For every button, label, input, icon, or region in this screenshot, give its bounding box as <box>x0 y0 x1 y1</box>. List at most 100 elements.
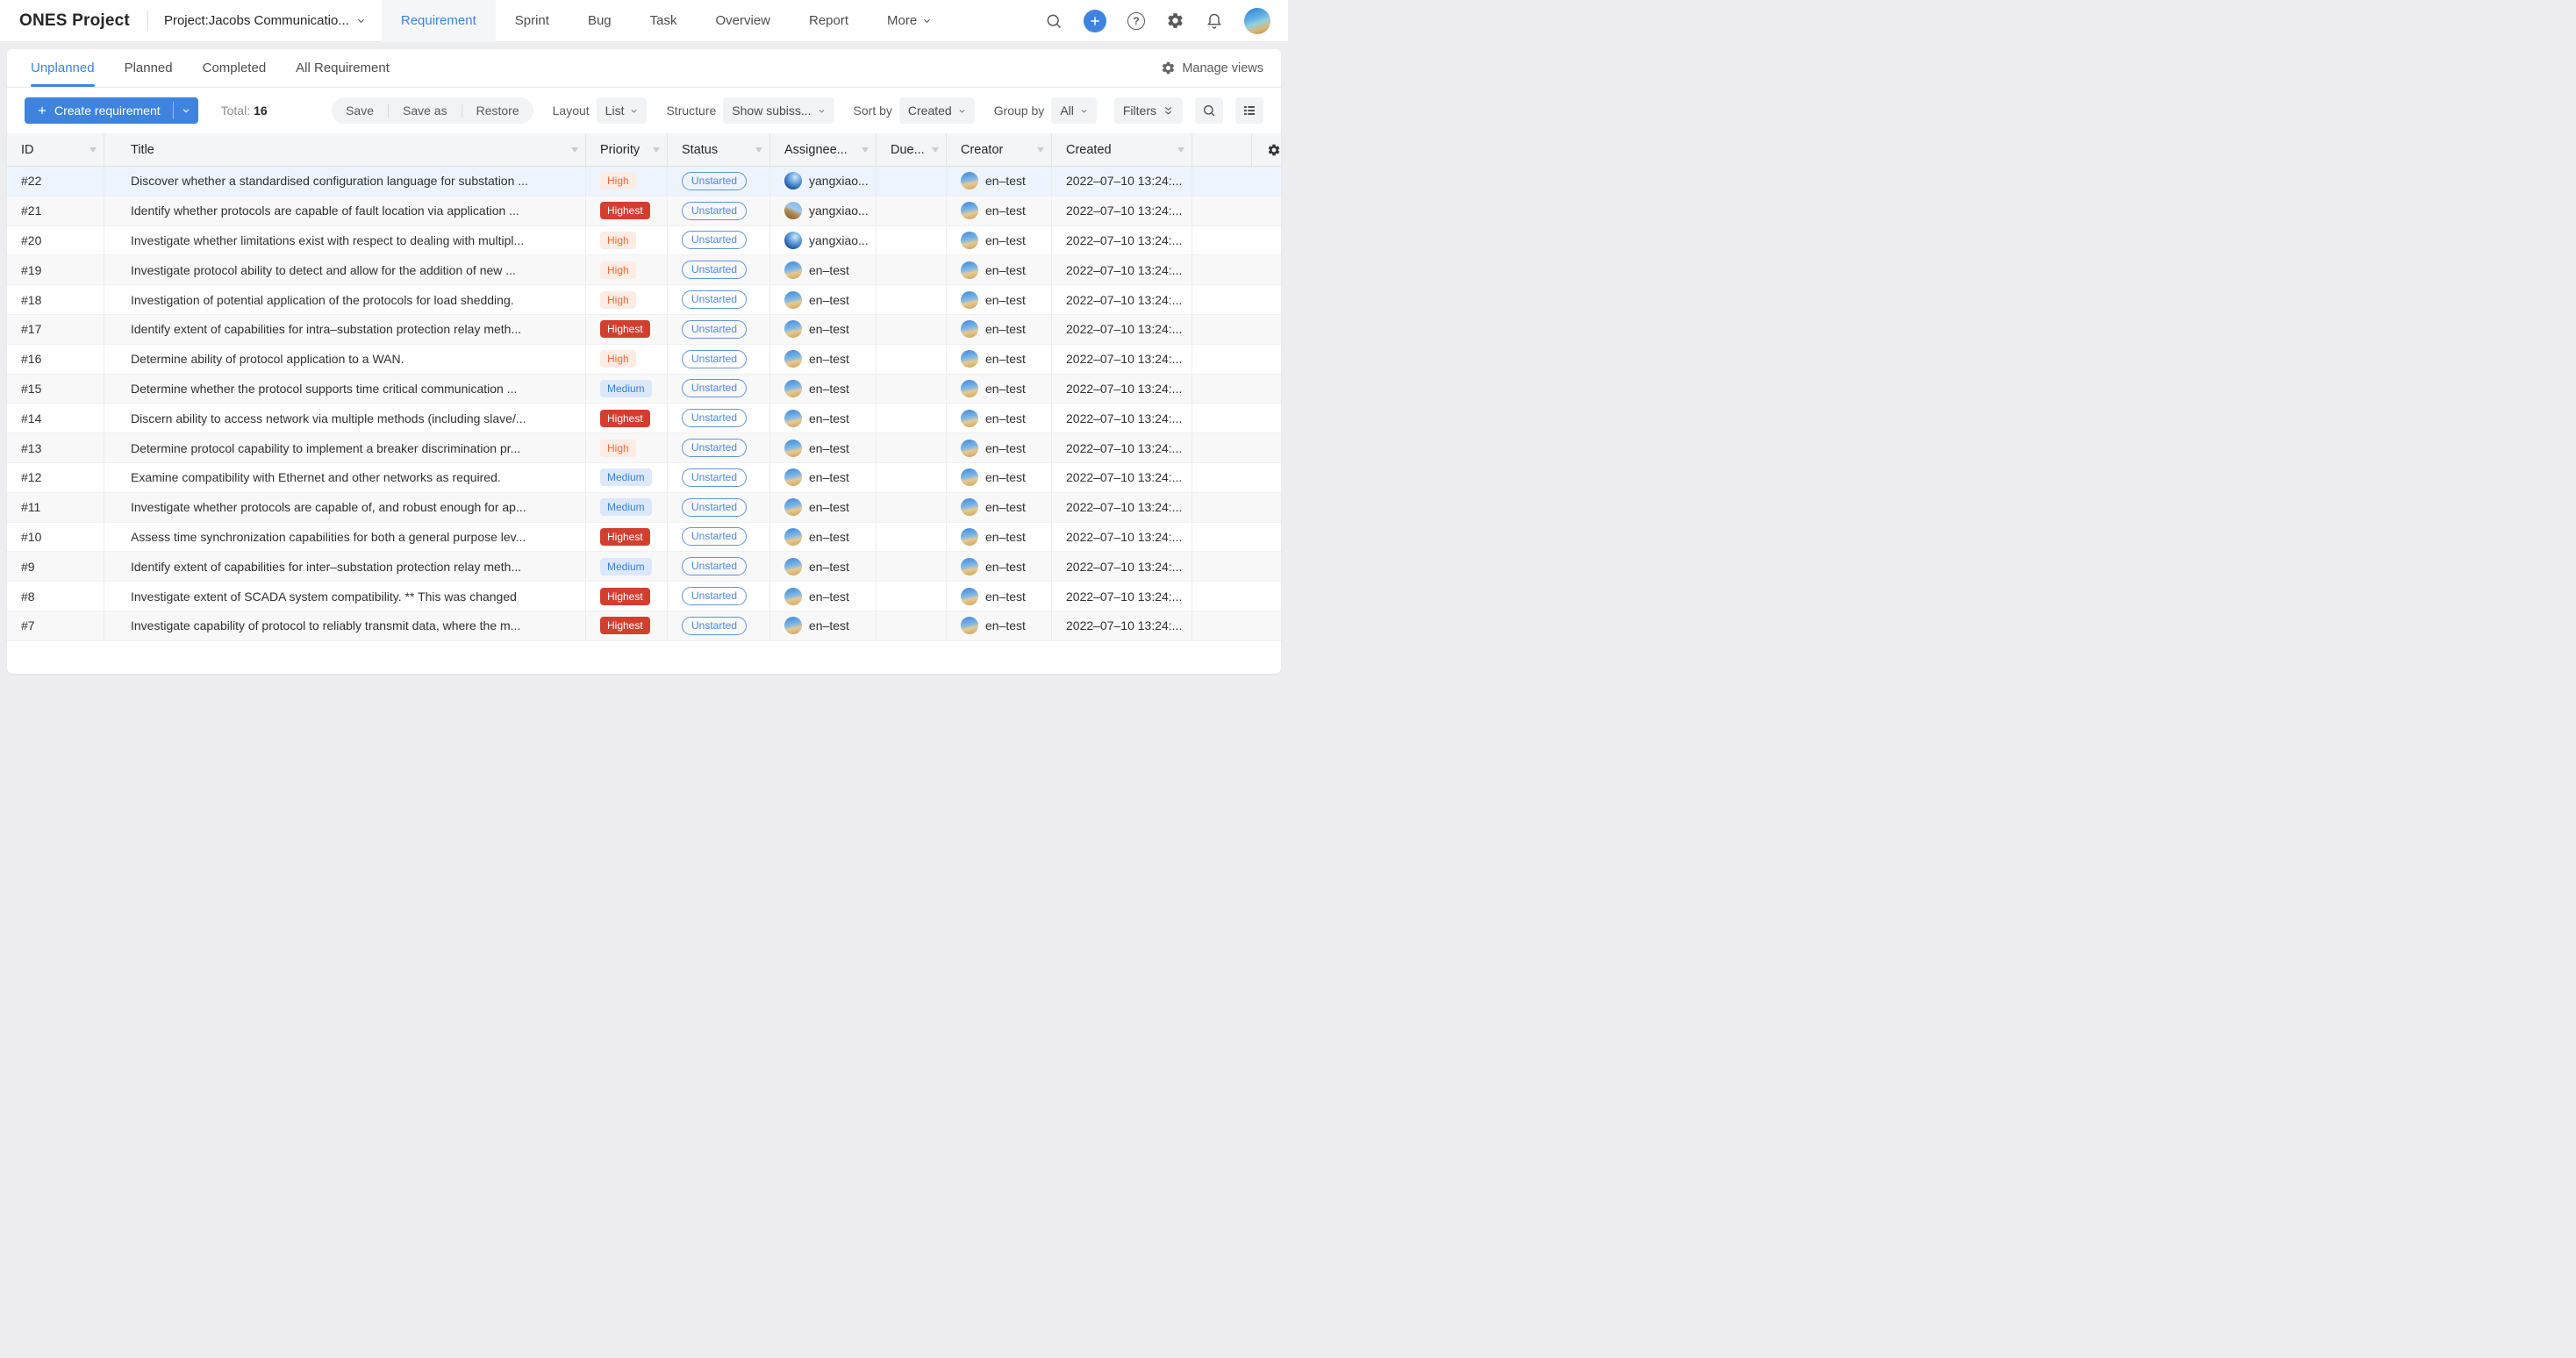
cell-title[interactable]: Examine compatibility with Ethernet and … <box>104 462 586 492</box>
cell-title[interactable]: Investigate whether protocols are capabl… <box>104 492 586 522</box>
bell-icon[interactable] <box>1206 12 1223 30</box>
creator-name: en–test <box>985 529 1026 544</box>
filter-triangle-icon[interactable] <box>571 147 578 153</box>
filter-triangle-icon[interactable] <box>755 147 762 153</box>
column-header-assignee[interactable]: Assignee... <box>770 133 877 166</box>
manage-views-button[interactable]: Manage views <box>1161 49 1263 87</box>
view-tab-completed[interactable]: Completed <box>203 49 267 87</box>
nav-tab-more[interactable]: More <box>868 0 951 42</box>
view-tab-planned[interactable]: Planned <box>125 49 173 87</box>
table-row[interactable]: #17 Identify extent of capabilities for i… <box>7 314 1281 345</box>
cell-title[interactable]: Investigate protocol ability to detect a… <box>104 255 586 285</box>
status-badge[interactable]: Unstarted <box>682 171 748 190</box>
column-header-due[interactable]: Due... <box>877 133 947 166</box>
cell-title[interactable]: Assess time synchronization capabilities… <box>104 522 586 552</box>
status-badge[interactable]: Unstarted <box>682 379 748 398</box>
status-badge[interactable]: Unstarted <box>682 409 748 428</box>
filter-triangle-icon[interactable] <box>932 147 939 153</box>
column-settings-button[interactable] <box>1252 133 1281 166</box>
status-badge[interactable]: Unstarted <box>682 349 748 368</box>
group-by-select[interactable]: All <box>1051 97 1097 124</box>
cell-title[interactable]: Investigation of potential application o… <box>104 285 586 314</box>
create-requirement-dropdown[interactable] <box>174 97 198 124</box>
nav-tab-task[interactable]: Task <box>631 0 697 42</box>
save-button[interactable]: Save <box>332 97 388 124</box>
table-row[interactable]: #19 Investigate protocol ability to detec… <box>7 255 1281 286</box>
cell-title[interactable]: Investigate capability of protocol to re… <box>104 611 586 640</box>
table-row[interactable]: #15 Determine whether the protocol suppor… <box>7 374 1281 404</box>
structure-select[interactable]: Show subiss... <box>723 97 834 124</box>
table-row[interactable]: #18 Investigation of potential applicatio… <box>7 285 1281 315</box>
cell-title[interactable]: Discover whether a standardised configur… <box>104 167 586 196</box>
project-selector[interactable]: Project:Jacobs Communicatio... <box>164 13 366 28</box>
column-header-title[interactable]: Title <box>104 133 586 166</box>
table-row[interactable]: #16 Determine ability of protocol applica… <box>7 344 1281 375</box>
status-badge[interactable]: Unstarted <box>682 616 748 635</box>
status-badge[interactable]: Unstarted <box>682 290 748 310</box>
create-requirement-button[interactable]: Create requirement <box>25 97 198 124</box>
table-row[interactable]: #8 Investigate extent of SCADA system com… <box>7 582 1281 611</box>
table-row[interactable]: #10 Assess time synchronization capabilit… <box>7 522 1281 553</box>
view-tab-unplanned[interactable]: Unplanned <box>31 49 95 87</box>
table-row[interactable]: #21 Identify whether protocols are capabl… <box>7 196 1281 226</box>
cell-title[interactable]: Determine protocol capability to impleme… <box>104 433 586 462</box>
status-badge[interactable]: Unstarted <box>682 261 748 280</box>
view-tab-all-requirement[interactable]: All Requirement <box>296 49 390 87</box>
settings-gear-icon[interactable] <box>1166 11 1184 30</box>
create-requirement-main[interactable]: Create requirement <box>25 97 173 124</box>
filter-triangle-icon[interactable] <box>89 147 97 153</box>
cell-title[interactable]: Investigate extent of SCADA system compa… <box>104 582 586 611</box>
status-badge[interactable]: Unstarted <box>682 587 748 606</box>
save-as-button[interactable]: Save as <box>389 97 462 124</box>
status-badge[interactable]: Unstarted <box>682 231 748 250</box>
user-avatar[interactable] <box>1244 7 1270 34</box>
cell-title[interactable]: Identify extent of capabilities for inte… <box>104 552 586 582</box>
cell-title[interactable]: Identify extent of capabilities for intr… <box>104 314 586 344</box>
filter-triangle-icon[interactable] <box>1177 147 1184 153</box>
cell-title[interactable]: Investigate whether limitations exist wi… <box>104 225 586 255</box>
status-badge[interactable]: Unstarted <box>682 557 748 576</box>
nav-tab-requirement[interactable]: Requirement <box>381 0 496 42</box>
help-icon[interactable]: ? <box>1127 11 1145 30</box>
cell-creator: en–test <box>947 552 1052 582</box>
cell-title[interactable]: Discern ability to access network via mu… <box>104 404 586 433</box>
filters-button[interactable]: Filters <box>1113 97 1183 124</box>
table-row[interactable]: #9 Identify extent of capabilities for in… <box>7 552 1281 583</box>
layout-select[interactable]: List <box>596 97 648 124</box>
filter-triangle-icon[interactable] <box>862 147 869 153</box>
table-row[interactable]: #20 Investigate whether limitations exist… <box>7 225 1281 256</box>
assignee-name: en–test <box>809 529 849 544</box>
nav-tab-sprint[interactable]: Sprint <box>496 0 569 42</box>
column-header-created[interactable]: Created <box>1052 133 1192 166</box>
filter-triangle-icon[interactable] <box>653 147 660 153</box>
table-row[interactable]: #13 Determine protocol capability to impl… <box>7 433 1281 463</box>
search-icon[interactable] <box>1045 12 1063 30</box>
create-plus-icon[interactable] <box>1084 9 1106 32</box>
cell-title[interactable]: Identify whether protocols are capable o… <box>104 196 586 225</box>
table-row[interactable]: #11 Investigate whether protocols are cap… <box>7 492 1281 523</box>
status-badge[interactable]: Unstarted <box>682 497 748 517</box>
cell-title[interactable]: Determine ability of protocol applicatio… <box>104 344 586 374</box>
status-badge[interactable]: Unstarted <box>682 468 748 487</box>
table-row[interactable]: #22 Discover whether a standardised confi… <box>7 167 1281 197</box>
sort-by-select[interactable]: Created <box>898 97 975 124</box>
table-search-button[interactable] <box>1195 97 1223 124</box>
filter-triangle-icon[interactable] <box>1037 147 1044 153</box>
column-header-priority[interactable]: Priority <box>586 133 668 166</box>
nav-tab-bug[interactable]: Bug <box>569 0 631 42</box>
table-row[interactable]: #7 Investigate capability of protocol to … <box>7 611 1281 641</box>
nav-tab-overview[interactable]: Overview <box>696 0 790 42</box>
column-header-id[interactable]: ID <box>7 133 104 166</box>
status-badge[interactable]: Unstarted <box>682 319 748 339</box>
column-header-status[interactable]: Status <box>668 133 770 166</box>
restore-button[interactable]: Restore <box>462 97 533 124</box>
cell-title[interactable]: Determine whether the protocol supports … <box>104 374 586 404</box>
table-row[interactable]: #12 Examine compatibility with Ethernet a… <box>7 462 1281 493</box>
list-view-button[interactable] <box>1235 97 1263 124</box>
table-row[interactable]: #14 Discern ability to access network via… <box>7 404 1281 434</box>
status-badge[interactable]: Unstarted <box>682 527 748 547</box>
column-header-creator[interactable]: Creator <box>947 133 1052 166</box>
status-badge[interactable]: Unstarted <box>682 439 748 458</box>
status-badge[interactable]: Unstarted <box>682 201 748 220</box>
nav-tab-report[interactable]: Report <box>790 0 868 42</box>
